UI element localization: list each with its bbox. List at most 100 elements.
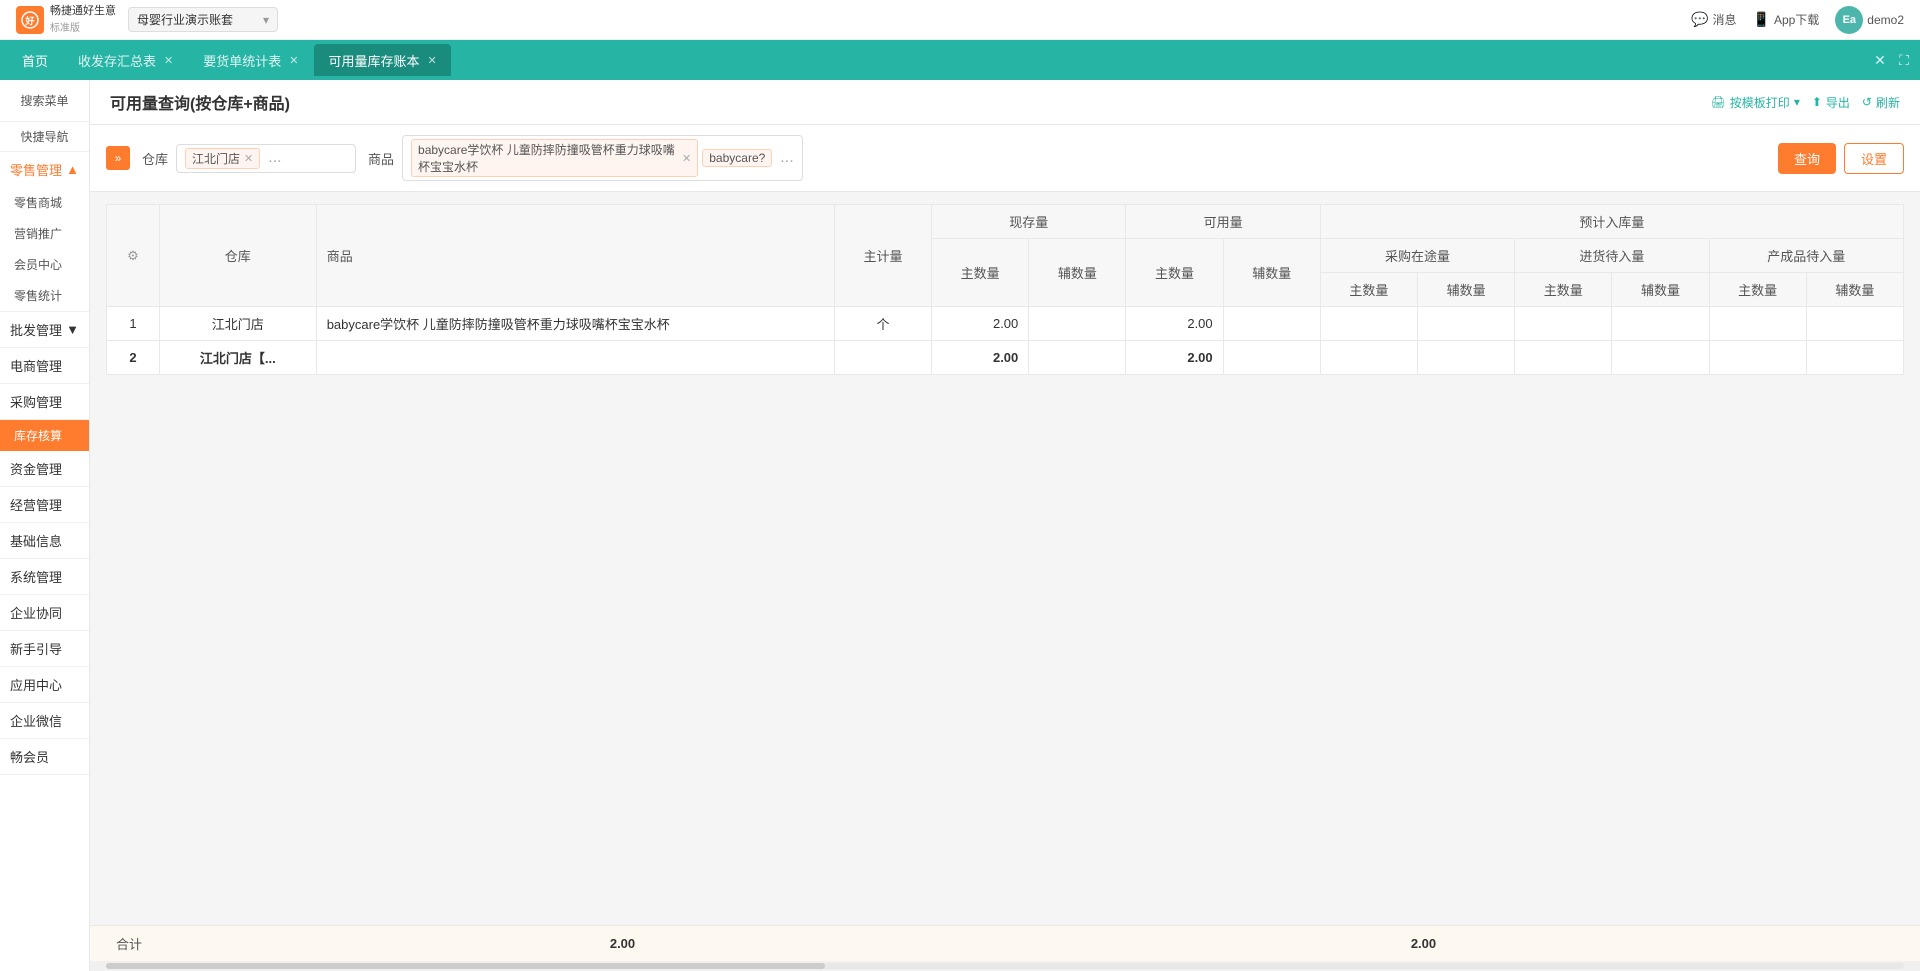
nav-tabs: 首页 收发存汇总表 ✕ 要货单统计表 ✕ 可用量库存账本 ✕ ✕ ⛶ <box>0 40 1920 80</box>
warehouse-tag: 江北门店 ✕ <box>185 148 260 169</box>
message-icon: 💬 <box>1691 11 1708 28</box>
sidebar: 搜索菜单 快捷导航 零售管理 ▲ 零售商城 营销推广 会员中心 零售统计 批发管… <box>0 80 90 971</box>
warehouse-input[interactable]: 江北门店 ✕ ... <box>176 144 356 173</box>
industry-selector[interactable]: 母婴行业演示账套 ▾ <box>128 7 278 32</box>
dropdown-arrow-icon: ▾ <box>1794 95 1800 109</box>
row2-product <box>316 341 834 375</box>
sidebar-item-finance[interactable]: 资金管理 <box>0 451 89 487</box>
sidebar-item-member[interactable]: 会员中心 <box>0 249 89 280</box>
sidebar-search-area: 搜索菜单 <box>0 80 89 122</box>
close-window-btn[interactable]: ✕ <box>1872 52 1888 68</box>
product-tag1-close[interactable]: ✕ <box>682 152 691 165</box>
section-batch-header[interactable]: 批发管理 ▼ <box>0 312 89 347</box>
app-download-btn[interactable]: 📱 App下载 <box>1753 11 1820 28</box>
tab-shoufacun-close[interactable]: ✕ <box>164 54 173 67</box>
th-available-group: 可用量 <box>1126 205 1320 239</box>
section-zero-sales-label: 零售管理 <box>10 160 62 179</box>
row1-inbound-aux <box>1612 307 1709 341</box>
search-menu-btn[interactable]: 搜索菜单 <box>8 88 81 113</box>
row2-inbound-main <box>1515 341 1612 375</box>
row2-avail-aux <box>1223 341 1320 375</box>
footer-label: 合计 <box>116 934 142 953</box>
avatar: Ea <box>1835 6 1863 34</box>
product-dots[interactable]: ... <box>780 149 793 167</box>
product-tag2-value: babycare? <box>709 151 765 165</box>
row1-stock-main: 2.00 <box>932 307 1029 341</box>
content-area: 可用量查询(按仓库+商品) 🖨 按模板打印 ▾ ⬆ 导出 ↺ 刷新 » <box>90 80 1920 971</box>
phone-icon: 📱 <box>1753 11 1770 28</box>
sidebar-item-appcenter[interactable]: 应用中心 <box>0 667 89 703</box>
page-header: 可用量查询(按仓库+商品) 🖨 按模板打印 ▾ ⬆ 导出 ↺ 刷新 <box>90 80 1920 125</box>
th-purchase-aux: 辅数量 <box>1418 273 1515 307</box>
th-production-main: 主数量 <box>1709 273 1806 307</box>
warehouse-tag-close[interactable]: ✕ <box>244 152 253 165</box>
sidebar-item-ops[interactable]: 经营管理 <box>0 487 89 523</box>
table-area: ⚙ 仓库 商品 主计量 现存量 可用量 预计入库量 主数量 辅数量 主数量 辅数… <box>90 192 1920 925</box>
print-template-btn[interactable]: 🖨 按模板打印 ▾ <box>1711 94 1800 111</box>
sidebar-item-inventory[interactable]: 库存核算 <box>0 420 89 451</box>
top-header: 好 畅捷通好生意 标准版 母婴行业演示账套 ▾ 💬 消息 📱 App下载 Ea … <box>0 0 1920 40</box>
filter-area: » 仓库 江北门店 ✕ ... 商品 babycare学饮杯 儿童防摔防撞吸管杯… <box>90 125 1920 192</box>
th-unit: 主计量 <box>834 205 931 307</box>
tab-yaohuodan-close[interactable]: ✕ <box>289 54 298 67</box>
messages-btn[interactable]: 💬 消息 <box>1691 11 1736 28</box>
query-btn[interactable]: 查询 <box>1778 143 1836 174</box>
tab-kyyongliang-label: 可用量库存账本 <box>328 51 419 70</box>
product-tag1: babycare学饮杯 儿童防摔防撞吸管杯重力球吸嘴杯宝宝水杯 ✕ <box>411 139 698 177</box>
quick-nav-btn[interactable]: 快捷导航 <box>0 122 89 152</box>
logo-text-area: 畅捷通好生意 标准版 <box>50 5 116 33</box>
warehouse-filter-group: 仓库 江北门店 ✕ ... <box>142 144 356 173</box>
tab-shoufacun[interactable]: 收发存汇总表 ✕ <box>64 44 187 76</box>
sidebar-item-enterprise[interactable]: 企业协同 <box>0 595 89 631</box>
product-input[interactable]: babycare学饮杯 儿童防摔防撞吸管杯重力球吸嘴杯宝宝水杯 ✕ babyca… <box>402 135 803 181</box>
warehouse-dots[interactable]: ... <box>268 149 281 167</box>
settings-btn[interactable]: 设置 <box>1844 143 1904 174</box>
refresh-icon: ↺ <box>1862 95 1872 109</box>
page-actions: 🖨 按模板打印 ▾ ⬆ 导出 ↺ 刷新 <box>1711 94 1900 111</box>
sidebar-item-ecom[interactable]: 电商管理 <box>0 348 89 384</box>
logo-icon: 好 <box>16 6 44 34</box>
sidebar-item-member-pro[interactable]: 畅会员 <box>0 739 89 775</box>
th-inbound-group: 进货待入量 <box>1515 239 1709 273</box>
row2-purchase-main <box>1320 341 1417 375</box>
th-production-group: 产成品待入量 <box>1709 239 1903 273</box>
section-zero-sales-header[interactable]: 零售管理 ▲ <box>0 152 89 187</box>
sidebar-item-entwx[interactable]: 企业微信 <box>0 703 89 739</box>
th-product: 商品 <box>316 205 834 307</box>
tab-shoufacun-label: 收发存汇总表 <box>78 51 156 70</box>
sidebar-item-zero-mall[interactable]: 零售商城 <box>0 187 89 218</box>
product-filter-group: 商品 babycare学饮杯 儿童防摔防撞吸管杯重力球吸嘴杯宝宝水杯 ✕ bab… <box>368 135 803 181</box>
product-tag2: babycare? <box>702 149 772 167</box>
sidebar-item-base[interactable]: 基础信息 <box>0 523 89 559</box>
avatar-text: Ea <box>1843 14 1856 26</box>
row1-purchase-aux <box>1418 307 1515 341</box>
sidebar-item-sys[interactable]: 系统管理 <box>0 559 89 595</box>
row2-production-main <box>1709 341 1806 375</box>
sidebar-item-newguide[interactable]: 新手引导 <box>0 631 89 667</box>
user-area[interactable]: Ea demo2 <box>1835 6 1904 34</box>
th-inbound-aux: 辅数量 <box>1612 273 1709 307</box>
th-purchase-main: 主数量 <box>1320 273 1417 307</box>
tab-kyyongliang-close[interactable]: ✕ <box>428 54 437 67</box>
th-forecast-group: 预计入库量 <box>1320 205 1903 239</box>
row1-stock-aux <box>1029 307 1126 341</box>
row1-production-aux <box>1806 307 1903 341</box>
th-settings[interactable]: ⚙ <box>107 205 160 307</box>
settings-gear-icon: ⚙ <box>127 248 139 263</box>
row2-stock-aux <box>1029 341 1126 375</box>
scroll-track <box>106 963 1904 969</box>
export-icon: ⬆ <box>1812 95 1822 109</box>
horizontal-scrollbar[interactable] <box>90 961 1920 971</box>
sidebar-item-marketing[interactable]: 营销推广 <box>0 218 89 249</box>
tab-kyyongliang[interactable]: 可用量库存账本 ✕ <box>314 44 450 76</box>
filter-expand-btn[interactable]: » <box>106 146 130 170</box>
sidebar-item-purchase[interactable]: 采购管理 <box>0 384 89 420</box>
refresh-btn[interactable]: ↺ 刷新 <box>1862 94 1900 111</box>
export-btn[interactable]: ⬆ 导出 <box>1812 94 1850 111</box>
main-layout: 搜索菜单 快捷导航 零售管理 ▲ 零售商城 营销推广 会员中心 零售统计 批发管… <box>0 80 1920 971</box>
tab-yaohuodan[interactable]: 要货单统计表 ✕ <box>189 44 312 76</box>
maximize-btn[interactable]: ⛶ <box>1896 52 1912 68</box>
sidebar-item-zero-stats[interactable]: 零售统计 <box>0 280 89 311</box>
scroll-thumb[interactable] <box>106 963 825 969</box>
tab-home[interactable]: 首页 <box>8 44 62 76</box>
